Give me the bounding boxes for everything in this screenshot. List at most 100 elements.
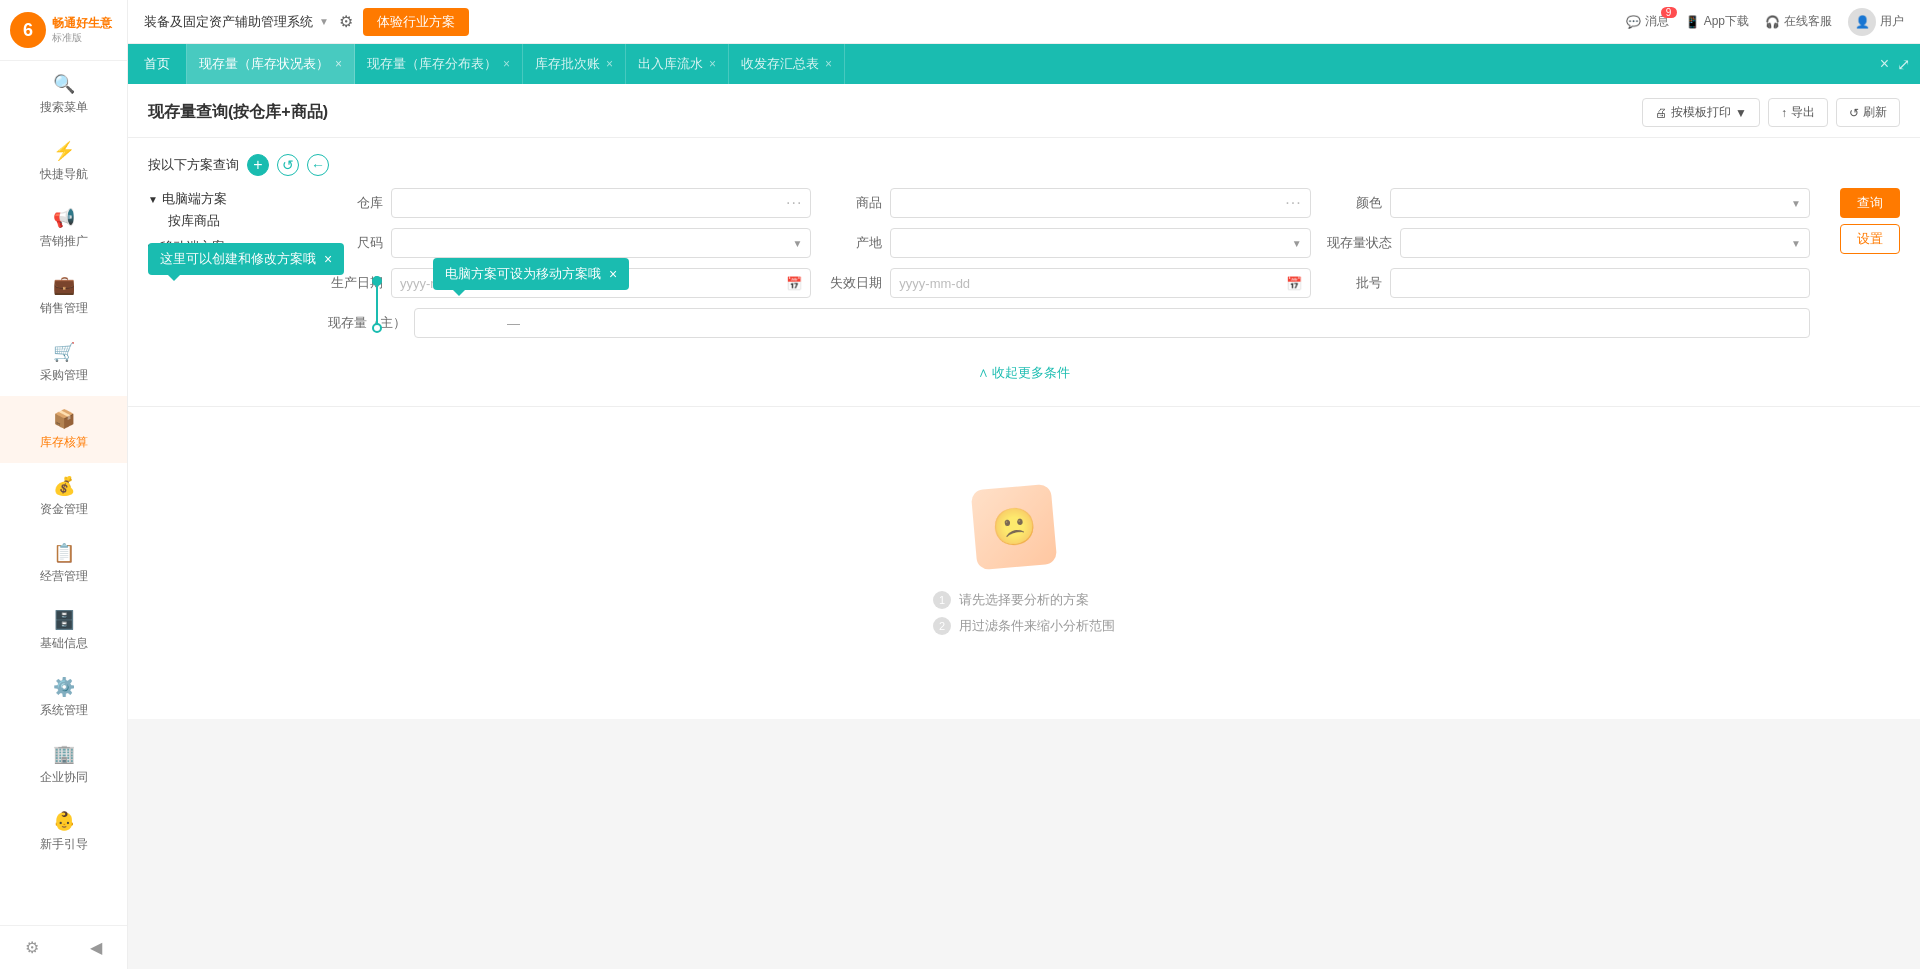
header-settings-btn[interactable]: ⚙ (339, 12, 353, 31)
collapse-sidebar-btn[interactable]: ◀ (90, 938, 102, 957)
page-title: 现存量查询(按仓库+商品) (148, 102, 328, 123)
quantity-range[interactable]: — (414, 308, 1810, 338)
sidebar-item-operations[interactable]: 📋 经营管理 (0, 530, 127, 597)
goods-select[interactable]: ··· (890, 188, 1310, 218)
sidebar-item-guide[interactable]: 👶 新手引导 (0, 798, 127, 865)
close-tab-btn[interactable]: × (1880, 55, 1889, 73)
marketing-icon: 📢 (53, 207, 75, 229)
app-selector[interactable]: 装备及固定资产辅助管理系统 ▼ (144, 13, 329, 31)
sidebar-item-system[interactable]: ⚙️ 系统管理 (0, 664, 127, 731)
close-icon[interactable]: × (825, 57, 832, 71)
tooltip-close-btn[interactable]: × (324, 251, 332, 267)
status-select[interactable]: ▼ (1400, 228, 1810, 258)
print-btn[interactable]: 🖨 按模板打印 ▼ (1642, 98, 1760, 127)
query-buttons: 查询 设置 (1840, 188, 1900, 254)
timeline-line (376, 276, 378, 326)
online-support-item[interactable]: 🎧 在线客服 (1765, 13, 1832, 30)
tooltip-close-btn[interactable]: × (609, 266, 617, 282)
chevron-down-icon: ▼ (1791, 198, 1801, 209)
app-download-item[interactable]: 📱 App下载 (1685, 13, 1749, 30)
step-num-2: 2 (933, 617, 951, 635)
notification-item[interactable]: 💬 消息 9 (1626, 13, 1669, 30)
color-select[interactable]: ▼ (1390, 188, 1810, 218)
trial-button[interactable]: 体验行业方案 (363, 8, 469, 36)
close-icon[interactable]: × (709, 57, 716, 71)
date-placeholder: yyyy-mm-dd (899, 276, 970, 291)
tab-home[interactable]: 首页 (128, 44, 187, 84)
back-scheme-btn[interactable]: ← (307, 154, 329, 176)
content-area: 现存量查询(按仓库+商品) 🖨 按模板打印 ▼ ↑ 导出 ↺ 刷新 (128, 84, 1920, 969)
sidebar-item-marketing[interactable]: 📢 营销推广 (0, 195, 127, 262)
step-num-1: 1 (933, 591, 951, 609)
refresh-btn[interactable]: ↺ 刷新 (1836, 98, 1900, 127)
size-select[interactable]: ▼ (391, 228, 811, 258)
chevron-down-icon: ▼ (319, 16, 329, 27)
filter-size-row: 尺码 ▼ (328, 228, 811, 258)
sidebar-item-sales[interactable]: 💼 销售管理 (0, 262, 127, 329)
sidebar-bottom: ⚙ ◀ (0, 925, 127, 969)
expand-icon: ▼ (148, 194, 158, 205)
step-2-text: 用过滤条件来缩小分析范围 (959, 613, 1115, 639)
pc-scheme-node[interactable]: ▼ 电脑端方案 (148, 188, 308, 210)
guide-icon: 👶 (53, 810, 75, 832)
more-icon: ··· (1285, 194, 1301, 212)
tab-batch[interactable]: 库存批次账 × (523, 44, 626, 84)
sidebar-item-inventory[interactable]: 📦 库存核算 (0, 396, 127, 463)
sidebar-item-purchase[interactable]: 🛒 采购管理 (0, 329, 127, 396)
chevron-down-icon: ▼ (1735, 106, 1747, 120)
logo-icon: 6 (10, 12, 46, 48)
sidebar-item-base[interactable]: 🗄️ 基础信息 (0, 597, 127, 664)
user-item[interactable]: 👤 用户 (1848, 8, 1904, 36)
sub-scheme-node[interactable]: 按库商品 (148, 210, 308, 232)
sidebar: 6 畅通好生意 标准版 🔍 搜索菜单 ⚡ 快捷导航 📢 营销推广 💼 销售管理 … (0, 0, 128, 969)
sales-icon: 💼 (53, 274, 75, 296)
quantity-max-input[interactable] (524, 316, 604, 331)
collapse-more-btn[interactable]: ∧ 收起更多条件 (148, 356, 1900, 390)
origin-select[interactable]: ▼ (890, 228, 1310, 258)
support-icon: 🎧 (1765, 15, 1780, 29)
close-icon[interactable]: × (335, 57, 342, 71)
settings-button[interactable]: 设置 (1840, 224, 1900, 254)
close-icon[interactable]: × (503, 57, 510, 71)
filter-goods-row: 商品 ··· (827, 188, 1310, 218)
sidebar-item-nav[interactable]: ⚡ 快捷导航 (0, 128, 127, 195)
tooltip-text: 这里可以创建和修改方案哦 (160, 250, 316, 268)
download-icon: 📱 (1685, 15, 1700, 29)
sidebar-item-search[interactable]: 🔍 搜索菜单 (0, 61, 127, 128)
inventory-icon: 📦 (53, 408, 75, 430)
filter-area: 按以下方案查询 + ↺ ← 电脑方案可设为移动方案哦 × ▼ 电脑端方案 (128, 138, 1920, 407)
chevron-up-icon: ∧ (978, 365, 989, 380)
main-area: 装备及固定资产辅助管理系统 ▼ ⚙ 体验行业方案 💬 消息 9 📱 App下载 … (128, 0, 1920, 969)
base-icon: 🗄️ (53, 609, 75, 631)
tab-inout[interactable]: 出入库流水 × (626, 44, 729, 84)
tab-inventory-dist[interactable]: 现存量（库存分布表） × (355, 44, 523, 84)
settings-bottom-btn[interactable]: ⚙ (25, 938, 39, 957)
enterprise-icon: 🏢 (53, 743, 75, 765)
sidebar-item-finance[interactable]: 💰 资金管理 (0, 463, 127, 530)
expand-tab-btn[interactable]: ⤢ (1897, 55, 1910, 74)
sidebar-item-label: 采购管理 (40, 367, 88, 384)
operations-icon: 📋 (53, 542, 75, 564)
warehouse-select[interactable]: ··· (391, 188, 811, 218)
empty-icon: 😕 (974, 487, 1074, 567)
export-btn[interactable]: ↑ 导出 (1768, 98, 1828, 127)
batch-input[interactable] (1390, 268, 1810, 298)
filter-status-row: 现存量状态 ▼ (1327, 228, 1810, 258)
calendar-icon: 📅 (1286, 276, 1302, 291)
expiry-date-input[interactable]: yyyy-mm-dd 📅 (890, 268, 1310, 298)
system-icon: ⚙️ (53, 676, 75, 698)
refresh-icon: ↺ (1849, 106, 1859, 120)
empty-step-1: 1 请先选择要分析的方案 (933, 587, 1115, 613)
filter-batch-row: 批号 (1327, 268, 1810, 298)
expiry-date-label: 失效日期 (827, 274, 882, 292)
tab-inventory-status[interactable]: 现存量（库存状况表） × (187, 44, 355, 84)
quantity-min-input[interactable] (423, 316, 503, 331)
tab-summary[interactable]: 收发存汇总表 × (729, 44, 845, 84)
sidebar-item-enterprise[interactable]: 🏢 企业协同 (0, 731, 127, 798)
tooltip-create-modify-scheme: 这里可以创建和修改方案哦 × (148, 243, 344, 275)
add-scheme-btn[interactable]: + (247, 154, 269, 176)
close-icon[interactable]: × (606, 57, 613, 71)
query-button[interactable]: 查询 (1840, 188, 1900, 218)
refresh-scheme-btn[interactable]: ↺ (277, 154, 299, 176)
tooltip-pc-to-mobile: 电脑方案可设为移动方案哦 × (433, 258, 629, 290)
